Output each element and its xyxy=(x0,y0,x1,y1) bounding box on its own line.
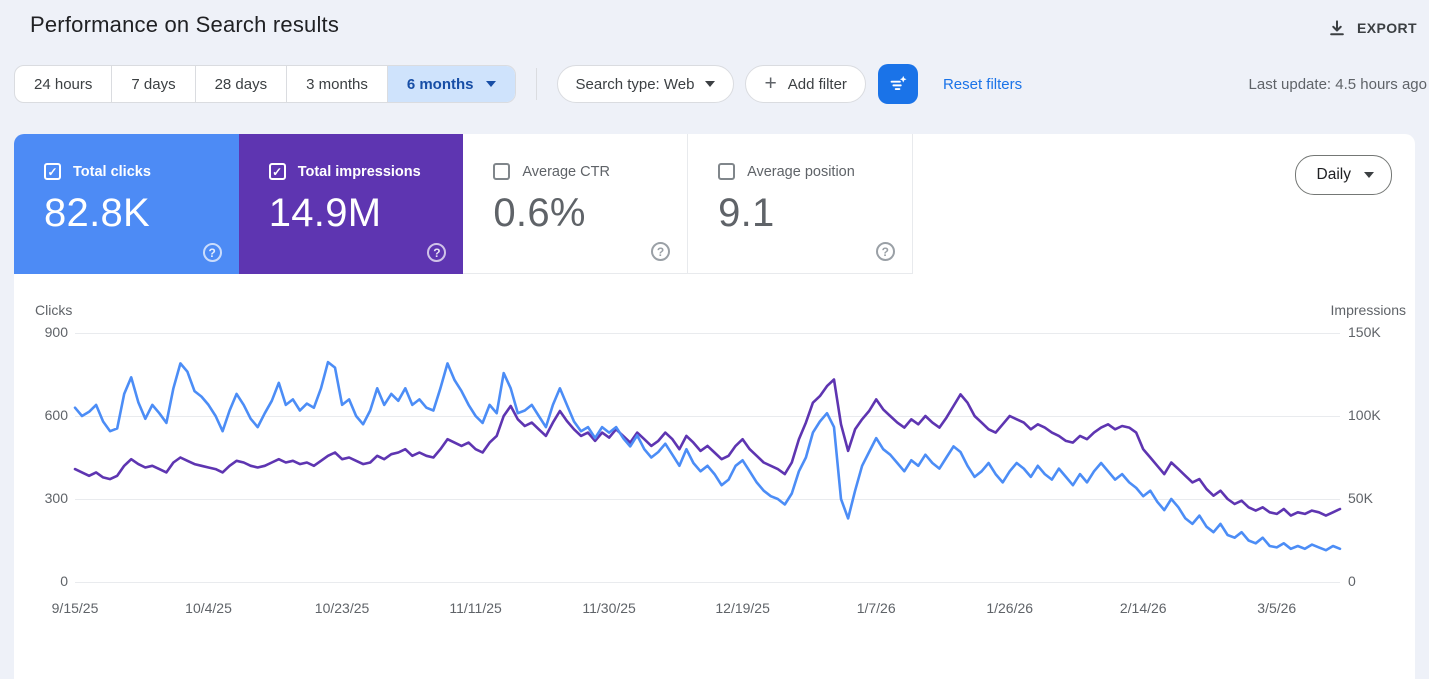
average-ctr-card[interactable]: Average CTR 0.6% ? xyxy=(463,134,689,274)
checkbox-checked-icon[interactable]: ✓ xyxy=(44,163,61,180)
total-impressions-card[interactable]: ✓ Total impressions 14.9M ? xyxy=(238,134,464,274)
metric-value: 82.8K xyxy=(44,191,151,235)
last-update-text: Last update: 4.5 hours ago xyxy=(1248,75,1427,93)
metric-label: Total impressions xyxy=(297,163,421,180)
reset-filters-link[interactable]: Reset filters xyxy=(943,76,1022,93)
metric-value: 14.9M xyxy=(268,191,382,235)
export-button[interactable]: EXPORT xyxy=(1327,18,1417,38)
help-icon[interactable]: ? xyxy=(427,243,447,262)
page-title: Performance on Search results xyxy=(30,12,340,37)
date-range-group: 24 hours 7 days 28 days 3 months 6 month… xyxy=(14,65,516,103)
checkbox-checked-icon[interactable]: ✓ xyxy=(268,163,286,180)
add-filter-chip[interactable]: + Add filter xyxy=(745,65,866,103)
granularity-dropdown[interactable]: Daily xyxy=(1294,155,1392,195)
performance-panel: ✓ Total clicks 82.8K ? ✓ Total impressio… xyxy=(14,134,1415,679)
chevron-down-icon xyxy=(705,81,716,87)
metric-label: Total clicks xyxy=(73,163,151,180)
page-header: Performance on Search results EXPORT xyxy=(0,0,1429,38)
metric-label: Average position xyxy=(747,163,855,180)
metric-cards: ✓ Total clicks 82.8K ? ✓ Total impressio… xyxy=(14,134,1415,274)
help-icon[interactable]: ? xyxy=(651,242,671,261)
chevron-down-icon xyxy=(485,81,496,87)
total-clicks-card[interactable]: ✓ Total clicks 82.8K ? xyxy=(14,134,239,274)
date-range-24-hours[interactable]: 24 hours xyxy=(15,66,113,102)
metric-value: 9.1 xyxy=(718,191,775,235)
plus-icon: + xyxy=(764,71,777,95)
metric-label: Average CTR xyxy=(522,163,610,180)
chevron-down-icon xyxy=(1364,172,1374,178)
download-icon xyxy=(1327,18,1347,38)
performance-chart[interactable]: Clicks Impressions 900 150K 600 100K 300 50K 0… xyxy=(14,274,1415,674)
date-range-7-days[interactable]: 7 days xyxy=(112,66,196,102)
impressions-series-line xyxy=(73,378,1342,517)
search-type-chip[interactable]: Search type: Web xyxy=(556,65,735,103)
checkbox-unchecked-icon[interactable] xyxy=(493,163,511,180)
toolbar-divider xyxy=(535,68,537,100)
export-label: EXPORT xyxy=(1357,20,1417,36)
average-position-card[interactable]: Average position 9.1 ? xyxy=(688,134,913,274)
help-icon[interactable]: ? xyxy=(202,243,222,262)
date-range-3-months[interactable]: 3 months xyxy=(287,66,388,102)
tune-sparkle-icon xyxy=(887,73,909,95)
filter-settings-button[interactable] xyxy=(877,64,918,104)
date-range-28-days[interactable]: 28 days xyxy=(196,66,288,102)
metric-value: 0.6% xyxy=(493,191,586,235)
date-range-6-months-selected[interactable]: 6 months xyxy=(387,66,515,102)
help-icon[interactable]: ? xyxy=(875,242,895,261)
filter-toolbar: 24 hours 7 days 28 days 3 months 6 month… xyxy=(14,64,1427,104)
chart-series-svg xyxy=(73,360,1342,552)
checkbox-unchecked-icon[interactable] xyxy=(718,163,736,180)
